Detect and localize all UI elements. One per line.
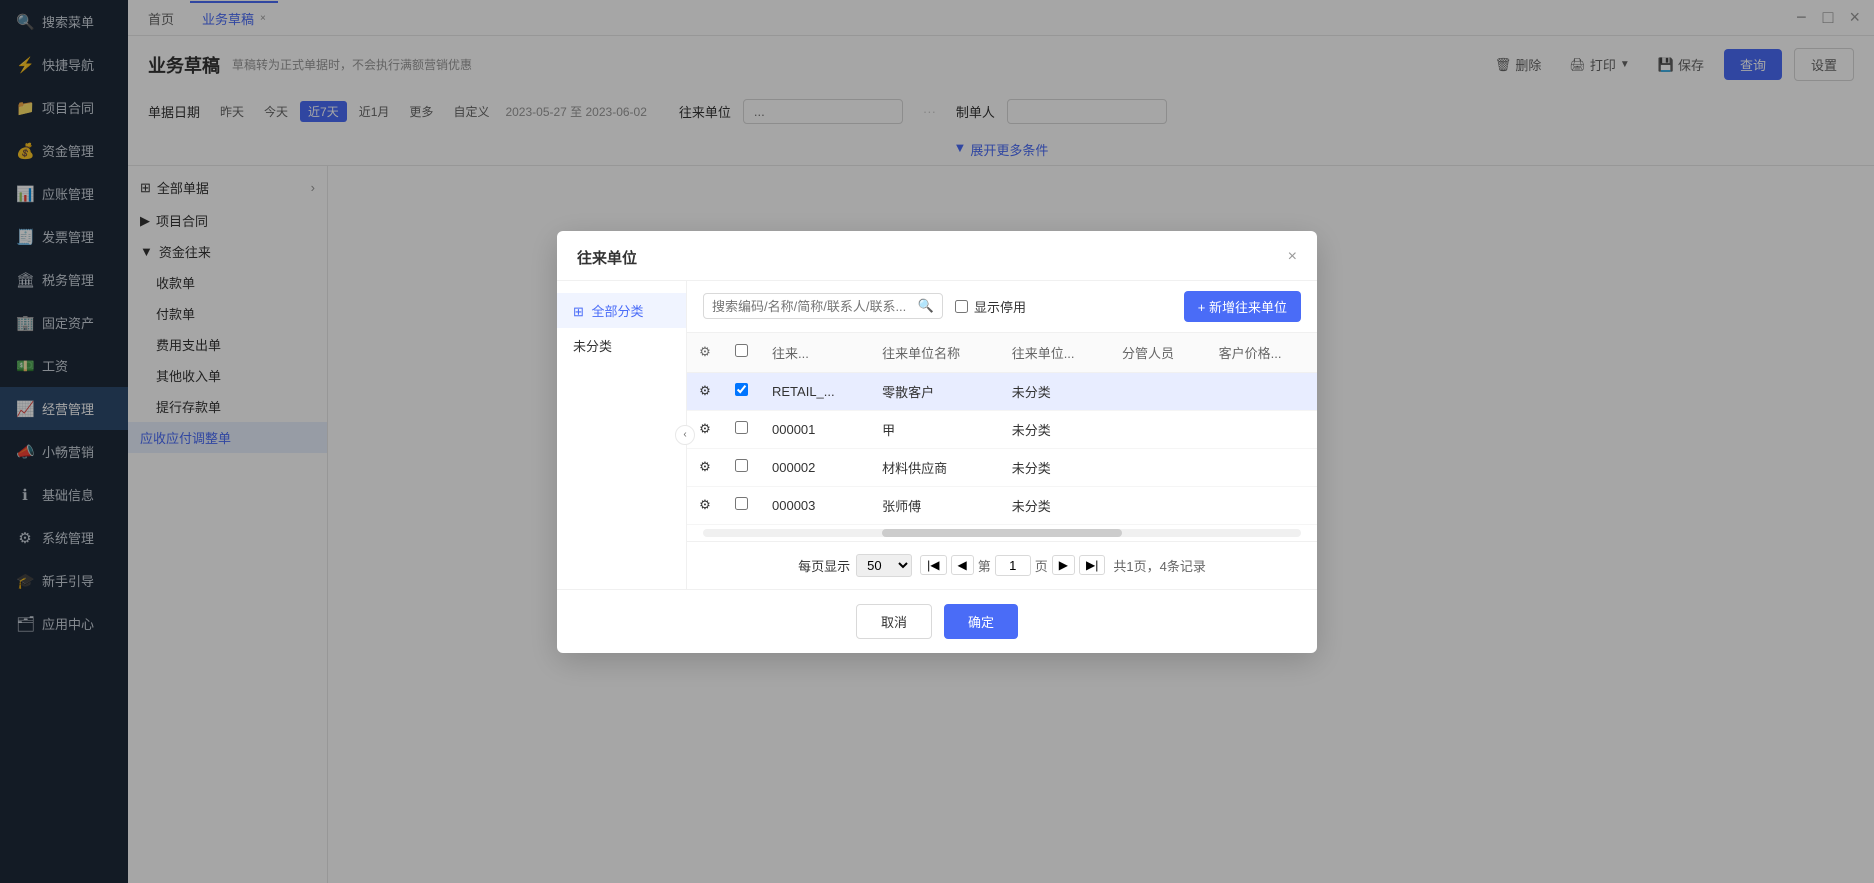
modal-overlay[interactable]: 往来单位 × ⊞ 全部分类 未分类 ‹ [0, 0, 1874, 883]
row-settings[interactable]: ⚙ [687, 448, 723, 486]
modal-sidebar-collapse-button[interactable]: ‹ [675, 425, 695, 445]
page-nav: |◀ ◀ 第 页 ▶ ▶| [920, 555, 1105, 576]
table-row[interactable]: ⚙ 000001 甲 未分类 [687, 410, 1317, 448]
col-header-name: 往来单位名称 [870, 333, 1000, 373]
col-header-category: 往来单位... [1000, 333, 1110, 373]
all-category-icon: ⊞ [573, 304, 584, 319]
row-code: 000003 [760, 486, 870, 524]
show-disabled-checkbox[interactable] [955, 300, 968, 313]
table-scrollbar[interactable] [703, 529, 1301, 537]
partner-search-input[interactable] [712, 299, 912, 314]
modal-sidebar-unclassified-label: 未分类 [573, 339, 612, 354]
row-check[interactable] [723, 410, 760, 448]
modal-sidebar-all[interactable]: ⊞ 全部分类 [557, 293, 686, 328]
add-partner-button[interactable]: + 新增往来单位 [1184, 291, 1301, 322]
row-salesperson [1110, 372, 1207, 410]
cancel-button[interactable]: 取消 [856, 604, 932, 639]
table-row[interactable]: ⚙ RETAIL_... 零散客户 未分类 [687, 372, 1317, 410]
row-checkbox[interactable] [735, 421, 748, 434]
row-salesperson [1110, 448, 1207, 486]
row-price-level [1207, 448, 1317, 486]
scrollbar-thumb [882, 529, 1121, 537]
prev-page-button[interactable]: ◀ [951, 555, 974, 575]
first-page-button[interactable]: |◀ [920, 555, 946, 575]
per-page-select[interactable]: 50 100 [856, 554, 912, 577]
row-category: 未分类 [1000, 448, 1110, 486]
modal-footer: 取消 确定 [557, 589, 1317, 653]
partners-table: ⚙ 往来... 往来单位名称 往来单位... [687, 333, 1317, 525]
search-wrapper: 🔍 [703, 293, 943, 319]
modal-header: 往来单位 × [557, 231, 1317, 281]
modal-body: ⊞ 全部分类 未分类 ‹ [557, 281, 1317, 589]
page-number-input[interactable] [995, 555, 1031, 576]
modal-sidebar-wrapper: ⊞ 全部分类 未分类 ‹ [557, 281, 687, 589]
modal-pagination: 每页显示 50 100 |◀ ◀ 第 页 ▶ ▶| [687, 541, 1317, 589]
row-salesperson [1110, 486, 1207, 524]
modal-sidebar: ⊞ 全部分类 未分类 [557, 281, 687, 589]
row-price-level [1207, 372, 1317, 410]
row-category: 未分类 [1000, 372, 1110, 410]
row-name: 甲 [870, 410, 1000, 448]
row-price-level [1207, 410, 1317, 448]
table-row[interactable]: ⚙ 000002 材料供应商 未分类 [687, 448, 1317, 486]
modal-main: 🔍 显示停用 + 新增往来单位 ⚙ [687, 281, 1317, 589]
page-end-label: 页 [1035, 556, 1048, 575]
table-header-row: ⚙ 往来... 往来单位名称 往来单位... [687, 333, 1317, 373]
row-code: 000001 [760, 410, 870, 448]
select-all-checkbox[interactable] [735, 344, 748, 357]
col-header-salesperson: 分管人员 [1110, 333, 1207, 373]
collapse-arrow-icon: ‹ [683, 429, 686, 440]
col-header-price-level: 客户价格... [1207, 333, 1317, 373]
show-disabled-label: 显示停用 [974, 297, 1026, 316]
row-category: 未分类 [1000, 410, 1110, 448]
per-page-label: 每页显示 [798, 556, 850, 575]
row-name: 张师傅 [870, 486, 1000, 524]
row-code: RETAIL_... [760, 372, 870, 410]
modal-close-button[interactable]: × [1288, 248, 1297, 266]
row-name: 材料供应商 [870, 448, 1000, 486]
row-checkbox[interactable] [735, 497, 748, 510]
show-disabled-wrapper: 显示停用 [955, 297, 1026, 316]
row-name: 零散客户 [870, 372, 1000, 410]
confirm-button[interactable]: 确定 [944, 604, 1018, 639]
modal-title: 往来单位 [577, 247, 637, 268]
row-category: 未分类 [1000, 486, 1110, 524]
row-salesperson [1110, 410, 1207, 448]
row-price-level [1207, 486, 1317, 524]
modal-table: ⚙ 往来... 往来单位名称 往来单位... [687, 333, 1317, 525]
table-row[interactable]: ⚙ 000003 张师傅 未分类 [687, 486, 1317, 524]
col-header-check[interactable] [723, 333, 760, 373]
page-label: 第 [978, 556, 991, 575]
modal-toolbar: 🔍 显示停用 + 新增往来单位 [687, 281, 1317, 333]
modal-sidebar-unclassified[interactable]: 未分类 [557, 328, 686, 363]
row-checkbox[interactable] [735, 459, 748, 472]
search-icon: 🔍 [918, 298, 934, 314]
page-size-selector: 每页显示 50 100 [798, 554, 912, 577]
modal-dialog: 往来单位 × ⊞ 全部分类 未分类 ‹ [557, 231, 1317, 653]
row-settings[interactable]: ⚙ [687, 486, 723, 524]
col-header-settings[interactable]: ⚙ [687, 333, 723, 373]
row-checkbox[interactable] [735, 383, 748, 396]
row-check[interactable] [723, 448, 760, 486]
row-settings[interactable]: ⚙ [687, 372, 723, 410]
row-code: 000002 [760, 448, 870, 486]
total-count: 共1页，4条记录 [1113, 556, 1205, 575]
modal-sidebar-all-label: 全部分类 [592, 304, 644, 319]
row-check[interactable] [723, 372, 760, 410]
row-check[interactable] [723, 486, 760, 524]
next-page-button[interactable]: ▶ [1052, 555, 1075, 575]
last-page-button[interactable]: ▶| [1079, 555, 1105, 575]
col-header-code: 往来... [760, 333, 870, 373]
